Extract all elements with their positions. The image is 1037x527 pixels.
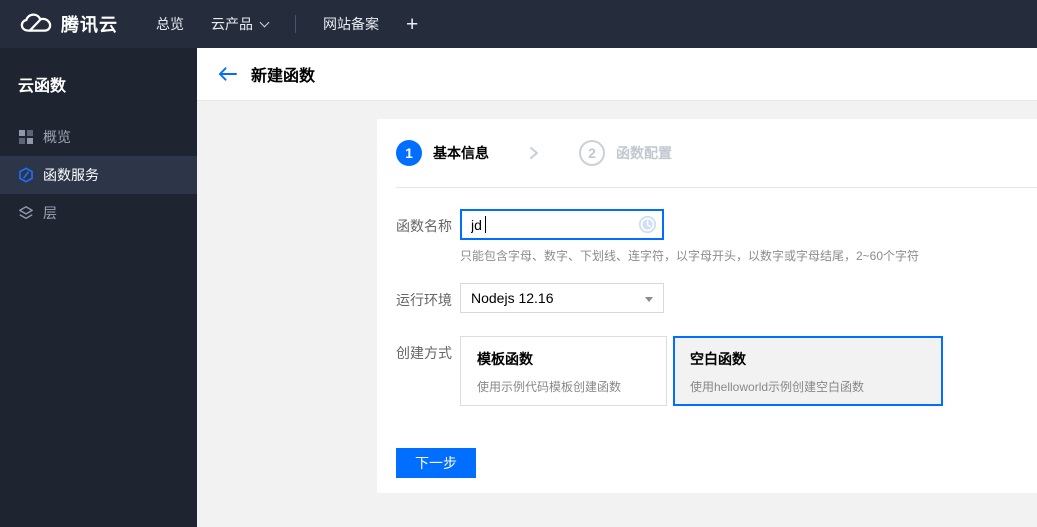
back-arrow-icon: [218, 66, 237, 82]
runtime-select-value: Nodejs 12.16: [471, 290, 554, 306]
function-name-label: 函数名称: [396, 218, 452, 234]
sidebar: 云函数 概览 函数服务 层: [0, 48, 197, 527]
nav-item-label: 云产品: [211, 16, 253, 32]
function-name-help-text: 只能包含字母、数字、下划线、连字符，以字母开头，以数字或字母结尾，2~60个字符: [460, 249, 920, 263]
grid-icon: [18, 129, 34, 145]
sidebar-item-label: 概览: [43, 129, 71, 145]
page-header: 新建函数: [197, 48, 1037, 101]
create-function-form: 函数名称 只能包含字母、数字、下划线、连字符，以字母: [396, 209, 1037, 406]
function-name-input[interactable]: [460, 209, 664, 240]
step-basic-info: 1 基本信息: [396, 140, 489, 166]
form-row-runtime: 运行环境 Nodejs 12.16: [396, 283, 1037, 313]
step-number: 1: [396, 140, 422, 166]
step-function-config: 2 函数配置: [579, 140, 672, 166]
option-description: 使用示例代码模板创建函数: [477, 380, 622, 394]
sidebar-item-label: 层: [43, 205, 57, 221]
form-row-creation-method: 创建方式 模板函数 使用示例代码模板创建函数 空白函数 使用helloworld…: [396, 336, 1037, 406]
nav-item-label: 网站备案: [323, 16, 379, 32]
creation-method-options: 模板函数 使用示例代码模板创建函数 空白函数 使用helloworld示例创建空…: [460, 336, 943, 406]
topbar: 腾讯云 总览 云产品 网站备案 +: [0, 0, 1037, 48]
plus-icon[interactable]: +: [406, 14, 418, 35]
brand-name: 腾讯云: [61, 15, 118, 35]
next-step-button[interactable]: 下一步: [396, 448, 476, 478]
sidebar-item-overview[interactable]: 概览: [0, 118, 197, 156]
layers-icon: [18, 205, 34, 221]
runtime-select[interactable]: Nodejs 12.16: [460, 283, 664, 313]
creation-method-label: 创建方式: [396, 345, 452, 361]
tencent-cloud-logo[interactable]: 腾讯云: [20, 11, 118, 37]
step-label: 函数配置: [616, 145, 672, 161]
autofill-clock-icon[interactable]: [638, 215, 657, 234]
create-function-card: 1 基本信息 2 函数配置 函数名称 jd 只能包含字母、数字、下划线、连字符，…: [377, 119, 1037, 493]
step-number: 2: [579, 140, 605, 166]
step-chevron-icon: [529, 146, 539, 160]
option-title: 空白函数: [690, 351, 746, 367]
form-row-function-name: 函数名称 只能包含字母、数字、下划线、连字符，以字母: [396, 209, 1037, 264]
option-title: 模板函数: [477, 351, 533, 367]
select-caret-icon: [645, 297, 653, 302]
page-title: 新建函数: [251, 68, 316, 85]
back-button[interactable]: [218, 66, 237, 82]
wizard-steps: 1 基本信息 2 函数配置: [396, 119, 1037, 188]
nav-item-overview[interactable]: 总览: [156, 14, 184, 34]
function-name-input-wrap: [460, 209, 664, 240]
nav-divider: [295, 15, 296, 33]
content-area: 1 基本信息 2 函数配置 函数名称 jd 只能包含字母、数字、下划线、连字符，…: [197, 101, 1037, 527]
sidebar-item-layers[interactable]: 层: [0, 194, 197, 232]
nav-item-label: 总览: [156, 16, 184, 32]
function-service-icon: [18, 167, 34, 183]
nav-item-icp-filing[interactable]: 网站备案: [323, 14, 379, 34]
option-blank-function[interactable]: 空白函数 使用helloworld示例创建空白函数: [673, 336, 943, 406]
caret-down-icon: [259, 17, 270, 27]
step-label: 基本信息: [433, 145, 489, 161]
top-navigation: 总览 云产品 网站备案 +: [156, 14, 418, 35]
tencent-cloud-logo-icon: [20, 12, 52, 36]
sidebar-item-function-service[interactable]: 函数服务: [0, 156, 197, 194]
runtime-label: 运行环境: [396, 292, 452, 308]
sidebar-title: 云函数: [18, 78, 67, 95]
sidebar-item-label: 函数服务: [43, 167, 99, 183]
option-template-function[interactable]: 模板函数 使用示例代码模板创建函数: [460, 336, 667, 406]
text-cursor: [485, 216, 486, 233]
option-description: 使用helloworld示例创建空白函数: [690, 380, 865, 394]
nav-item-cloud-products[interactable]: 云产品: [211, 14, 270, 34]
